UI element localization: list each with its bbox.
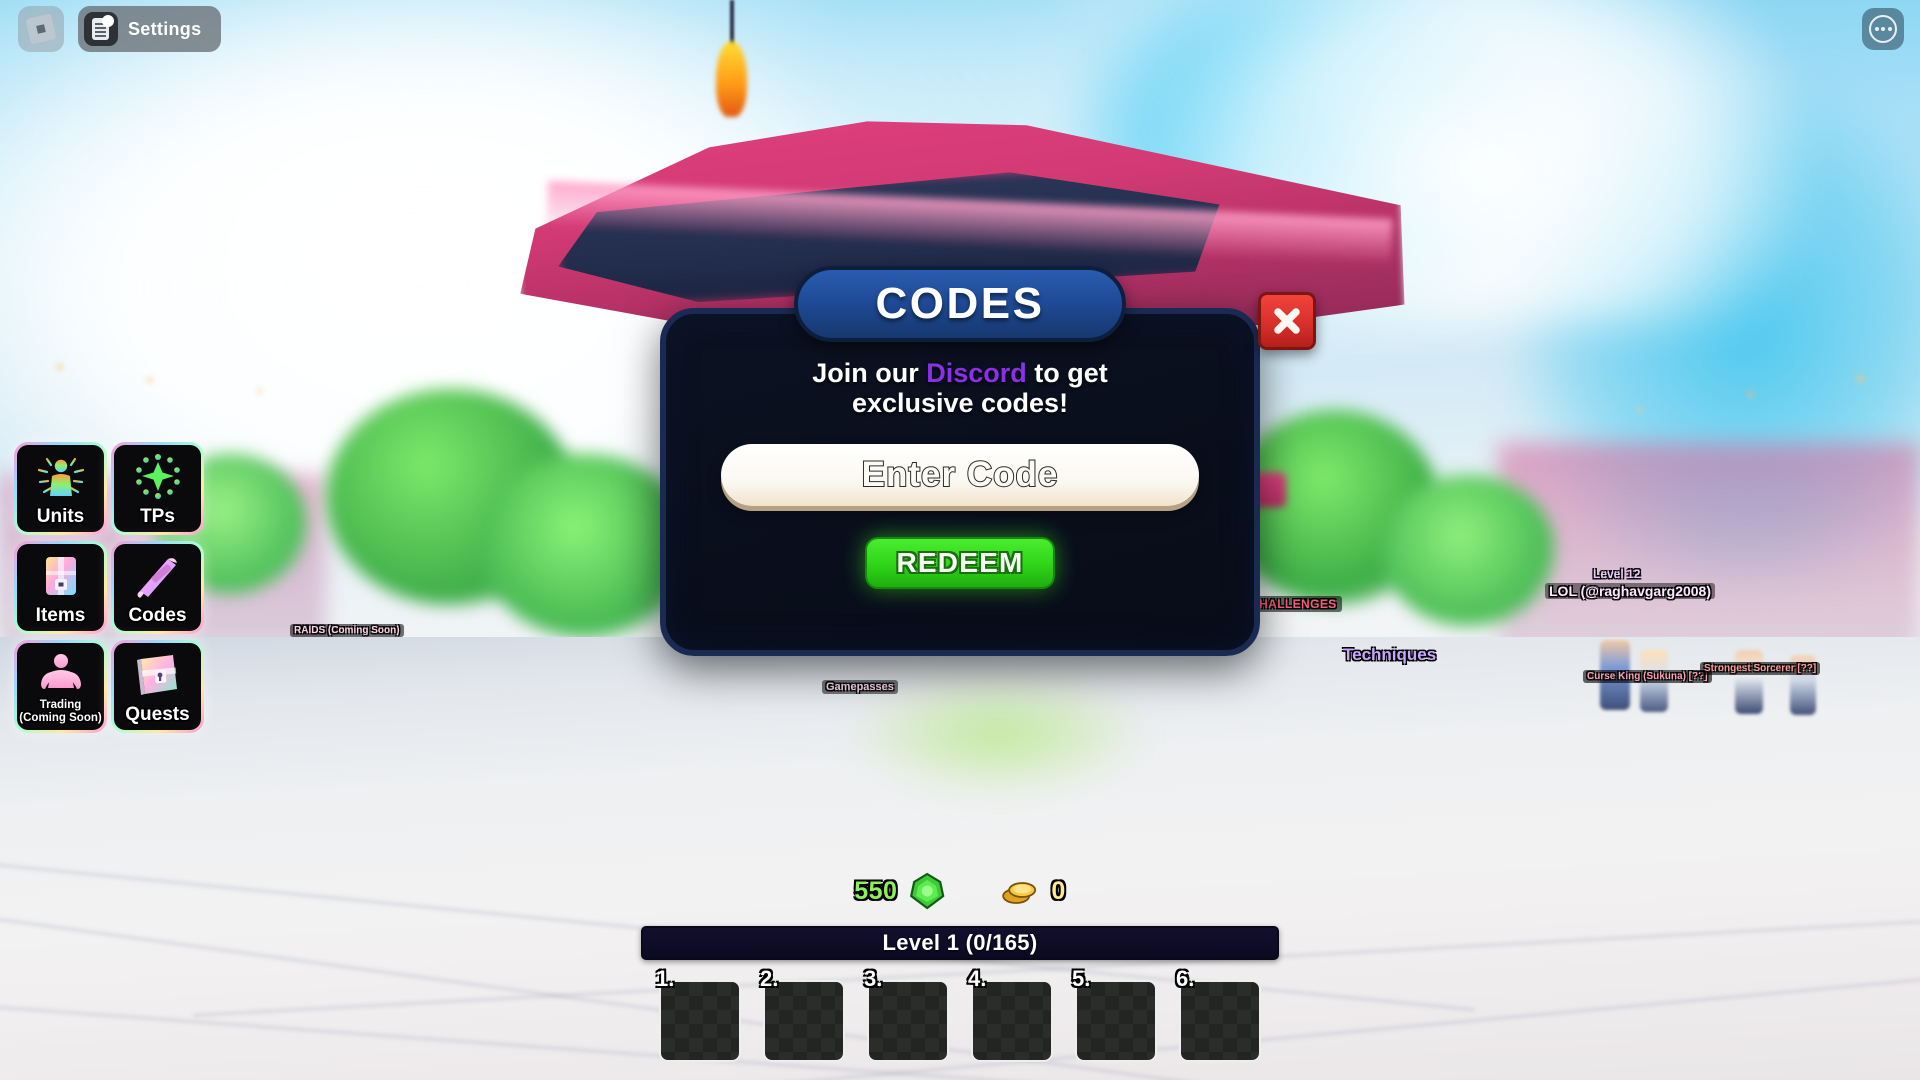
gem-count: 550 [854, 876, 898, 905]
settings-button[interactable]: Settings [78, 6, 222, 52]
sidebar-item-tps[interactable]: TPs [111, 442, 204, 535]
flexing-arms-icon [17, 650, 104, 700]
sidebar-item-label: Codes [128, 605, 187, 626]
sidebar-item-codes[interactable]: Codes [111, 541, 204, 634]
currency-hud: 550 0 [854, 872, 1066, 910]
codes-modal-title-banner: CODES [794, 266, 1126, 342]
scroll-icon [114, 551, 201, 601]
sidebar-item-label: Items [35, 605, 86, 626]
hotbar-slot[interactable]: 6. [1176, 966, 1261, 1062]
hotbar: 1. 2. 3. 4. 5. 6. [656, 966, 1261, 1062]
level-text: Level 1 (0/165) [882, 930, 1038, 955]
hotbar-slot-number: 1. [656, 966, 675, 991]
npc-label-curse-king: Curse King (Sukuna) [??] [1583, 670, 1712, 683]
sidebar-menu: Units TPs Items Codes Trading (Coming So… [14, 442, 204, 733]
hotbar-slot-number: 3. [864, 966, 883, 991]
world-label-techniques[interactable]: Techniques [1343, 645, 1436, 665]
lantern-string-right [1420, 334, 1920, 465]
quest-board-icon [114, 650, 201, 700]
sidebar-item-label: Trading (Coming Soon) [19, 698, 102, 724]
redeem-button-label: REDEEM [896, 547, 1024, 578]
hotbar-slot[interactable]: 5. [1072, 966, 1157, 1062]
subtitle-prefix: Join our [812, 358, 927, 388]
subtitle-suffix: to get [1026, 358, 1108, 388]
close-button[interactable] [1258, 292, 1316, 350]
code-input-placeholder: Enter Code [861, 454, 1059, 495]
world-label-gamepasses[interactable]: Gamepasses [822, 680, 898, 694]
hotbar-slot[interactable]: 1. [656, 966, 741, 1062]
subtitle-line-2: exclusive codes! [851, 388, 1069, 419]
roblox-icon [25, 13, 57, 45]
settings-document-icon [84, 12, 118, 46]
hotbar-slot[interactable]: 2. [760, 966, 845, 1062]
level-progress-bar: Level 1 (0/165) [641, 926, 1279, 960]
redeem-button[interactable]: REDEEM [865, 537, 1055, 589]
world-label-raids[interactable]: RAIDS (Coming Soon) [290, 624, 404, 637]
hotbar-slot-number: 5. [1072, 966, 1091, 991]
coin-count: 0 [1051, 876, 1066, 905]
backpack-icon [17, 551, 104, 601]
close-icon [1274, 308, 1300, 334]
sidebar-item-label: TPs [140, 506, 175, 527]
tree-right-2 [1382, 475, 1556, 627]
glowing-figure-icon [17, 452, 104, 502]
sidebar-item-label: Quests [125, 704, 190, 725]
sidebar-item-label: Units [36, 506, 85, 527]
star-burst-icon [114, 452, 201, 502]
codes-modal-subtitle: Join our Discord to get exclusive codes! [666, 358, 1254, 418]
roblox-logo-button[interactable] [18, 6, 64, 52]
settings-button-label: Settings [128, 18, 202, 39]
sidebar-item-items[interactable]: Items [14, 541, 107, 634]
player-name-tag: LOL (@raghavgarg2008) [1545, 583, 1715, 599]
hotbar-slot-number: 2. [760, 966, 779, 991]
code-input[interactable]: Enter Code [721, 444, 1199, 506]
npc-label-strongest: Strongest Sorcerer [??] [1700, 662, 1821, 675]
sidebar-item-quests[interactable]: Quests [111, 640, 204, 733]
codes-modal: CODES Join our Discord to get exclusive … [660, 266, 1316, 656]
hotbar-slot-number: 4. [968, 966, 987, 991]
gem-icon [907, 872, 947, 910]
coin-icon [1001, 872, 1041, 910]
hotbar-slot-number: 6. [1176, 966, 1195, 991]
pagoda-flame-finial [716, 41, 747, 117]
codes-modal-title: CODES [875, 279, 1045, 328]
sidebar-item-trading[interactable]: Trading (Coming Soon) [14, 640, 107, 733]
player-level-tag: Level 12 [1593, 567, 1641, 581]
hotbar-slot[interactable]: 4. [968, 966, 1053, 1062]
far-building-right [1497, 442, 1920, 659]
discord-link[interactable]: Discord [926, 358, 1027, 388]
ellipsis-icon [1869, 15, 1897, 43]
more-menu-button[interactable] [1862, 8, 1904, 50]
sidebar-item-units[interactable]: Units [14, 442, 107, 535]
hotbar-slot[interactable]: 3. [864, 966, 949, 1062]
npc-character [1735, 650, 1763, 714]
